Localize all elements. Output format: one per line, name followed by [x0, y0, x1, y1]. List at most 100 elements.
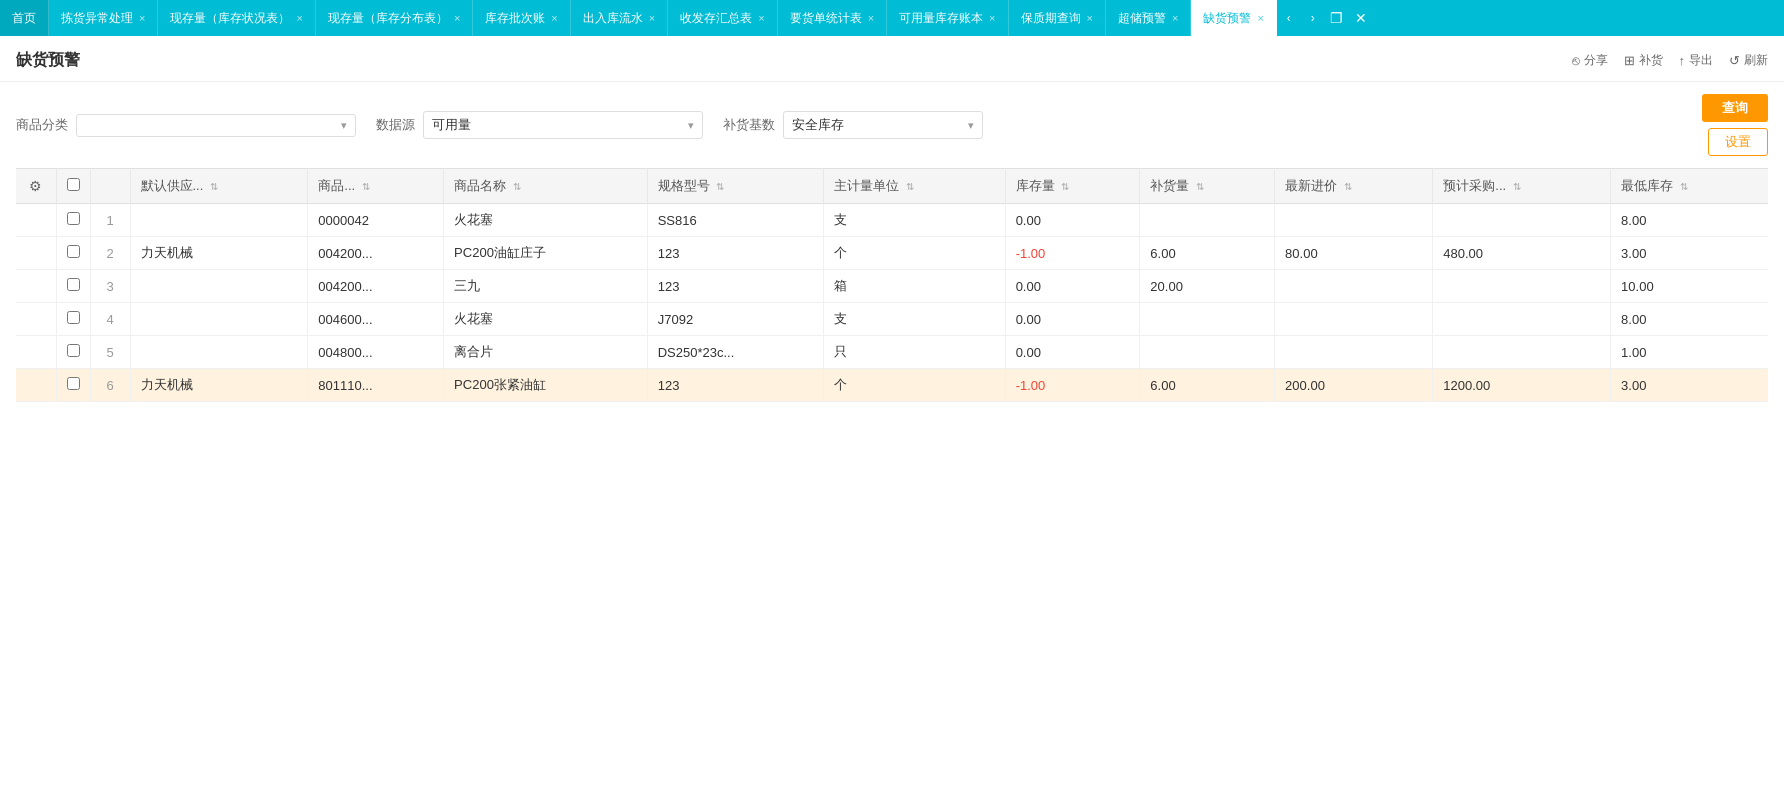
tab-prev-btn[interactable]: ‹: [1277, 0, 1301, 36]
row-stock-4: 0.00: [1005, 336, 1140, 369]
settings-button[interactable]: 设置: [1708, 128, 1768, 156]
latest-price-sort-icon[interactable]: ⇅: [1344, 181, 1352, 192]
tab-close-available-stock[interactable]: ×: [989, 12, 995, 24]
row-settings-3: [16, 303, 56, 336]
column-min-stock: 最低库存 ⇅: [1611, 169, 1768, 204]
row-replenish-qty-5: 6.00: [1140, 369, 1275, 402]
table-settings-gear-icon[interactable]: ⚙: [26, 178, 46, 194]
product-code-sort-icon[interactable]: ⇅: [362, 181, 370, 192]
refresh-button[interactable]: ↺ 刷新: [1729, 52, 1768, 69]
tab-order-stats[interactable]: 要货单统计表 ×: [778, 0, 887, 36]
tab-inout-flow[interactable]: 出入库流水 ×: [571, 0, 668, 36]
unit-sort-icon[interactable]: ⇅: [906, 181, 914, 192]
row-product-name-3: 火花塞: [444, 303, 648, 336]
row-min-stock-3: 8.00: [1611, 303, 1768, 336]
product-name-sort-icon[interactable]: ⇅: [513, 181, 521, 192]
tab-close-expiry[interactable]: ×: [1087, 12, 1093, 24]
row-num-3: 4: [90, 303, 130, 336]
replenish-button[interactable]: ⊞ 补货: [1624, 52, 1663, 69]
row-product-name-5: PC200张紧油缸: [444, 369, 648, 402]
row-checkbox-1[interactable]: [56, 237, 90, 270]
tab-overstock[interactable]: 超储预警 ×: [1106, 0, 1191, 36]
tab-stock-batch[interactable]: 库存批次账 ×: [473, 0, 570, 36]
query-button[interactable]: 查询: [1702, 94, 1768, 122]
row-settings-4: [16, 336, 56, 369]
row-select-checkbox-4[interactable]: [67, 344, 80, 357]
row-estimated-purchase-0: [1433, 204, 1611, 237]
table-wrapper: ⚙ 默认供应... ⇅ 商品... ⇅ 商品名称: [0, 168, 1784, 402]
row-replenish-qty-1: 6.00: [1140, 237, 1275, 270]
tab-stock-status[interactable]: 现存量（库存状况表） ×: [158, 0, 315, 36]
tab-expiry[interactable]: 保质期查询 ×: [1009, 0, 1106, 36]
stock-sort-icon[interactable]: ⇅: [1061, 181, 1069, 192]
row-estimated-purchase-2: [1433, 270, 1611, 303]
min-stock-sort-icon[interactable]: ⇅: [1680, 181, 1688, 192]
tab-summary[interactable]: 收发存汇总表 ×: [668, 0, 777, 36]
export-button[interactable]: ↑ 导出: [1679, 52, 1714, 69]
tab-close-win-btn[interactable]: ✕: [1349, 0, 1373, 36]
column-replenish-qty: 补货量 ⇅: [1140, 169, 1275, 204]
row-checkbox-4[interactable]: [56, 336, 90, 369]
column-spec: 规格型号 ⇅: [647, 169, 823, 204]
row-unit-5: 个: [823, 369, 1005, 402]
tab-close-stock-distribution[interactable]: ×: [454, 12, 460, 24]
row-spec-3: J7092: [647, 303, 823, 336]
tab-close-stock-batch[interactable]: ×: [551, 12, 557, 24]
tab-home[interactable]: 首页: [0, 0, 49, 36]
export-icon: ↑: [1679, 53, 1686, 68]
tab-next-btn[interactable]: ›: [1301, 0, 1325, 36]
row-checkbox-0[interactable]: [56, 204, 90, 237]
row-select-checkbox-0[interactable]: [67, 212, 80, 225]
row-num-4: 5: [90, 336, 130, 369]
tab-close-picking-exception[interactable]: ×: [139, 12, 145, 24]
tab-close-overstock[interactable]: ×: [1172, 12, 1178, 24]
row-num-2: 3: [90, 270, 130, 303]
tab-picking-exception[interactable]: 拣货异常处理 ×: [49, 0, 158, 36]
replenish-qty-sort-icon[interactable]: ⇅: [1196, 181, 1204, 192]
tab-stock-distribution[interactable]: 现存量（库存分布表） ×: [316, 0, 473, 36]
row-num-0: 1: [90, 204, 130, 237]
tab-available-stock[interactable]: 可用量库存账本 ×: [887, 0, 1008, 36]
row-product-name-4: 离合片: [444, 336, 648, 369]
row-min-stock-2: 10.00: [1611, 270, 1768, 303]
tab-close-stock-status[interactable]: ×: [296, 12, 302, 24]
row-select-checkbox-3[interactable]: [67, 311, 80, 324]
category-label: 商品分类: [16, 116, 68, 134]
tab-close-summary[interactable]: ×: [758, 12, 764, 24]
row-select-checkbox-5[interactable]: [67, 377, 80, 390]
row-checkbox-5[interactable]: [56, 369, 90, 402]
row-select-checkbox-2[interactable]: [67, 278, 80, 291]
row-spec-0: SS816: [647, 204, 823, 237]
table-row: 1 0000042 火花塞 SS816 支 0.00 8.00: [16, 204, 1768, 237]
tab-restore-btn[interactable]: ❐: [1325, 0, 1349, 36]
row-supplier-0: [130, 204, 308, 237]
row-spec-4: DS250*23c...: [647, 336, 823, 369]
row-supplier-2: [130, 270, 308, 303]
tab-close-inout-flow[interactable]: ×: [649, 12, 655, 24]
column-checkbox-all[interactable]: [56, 169, 90, 204]
tab-close-order-stats[interactable]: ×: [868, 12, 874, 24]
supplier-sort-icon[interactable]: ⇅: [210, 181, 218, 192]
datasource-select[interactable]: 可用量 ▾: [423, 111, 703, 139]
estimated-purchase-sort-icon[interactable]: ⇅: [1513, 181, 1521, 192]
row-estimated-purchase-5: 1200.00: [1433, 369, 1611, 402]
row-checkbox-2[interactable]: [56, 270, 90, 303]
category-select[interactable]: ▾: [76, 114, 356, 137]
tab-shortage-warning[interactable]: 缺货预警 ×: [1191, 0, 1276, 36]
table-header-row: ⚙ 默认供应... ⇅ 商品... ⇅ 商品名称: [16, 169, 1768, 204]
spec-sort-icon[interactable]: ⇅: [716, 181, 724, 192]
column-settings[interactable]: ⚙: [16, 169, 56, 204]
row-num-5: 6: [90, 369, 130, 402]
row-checkbox-3[interactable]: [56, 303, 90, 336]
row-settings-2: [16, 270, 56, 303]
tab-close-shortage-warning[interactable]: ×: [1257, 12, 1263, 24]
row-select-checkbox-1[interactable]: [67, 245, 80, 258]
select-all-checkbox[interactable]: [67, 178, 80, 191]
replenish-icon: ⊞: [1624, 53, 1635, 68]
row-replenish-qty-0: [1140, 204, 1275, 237]
share-button[interactable]: ⎋ 分享: [1572, 52, 1608, 69]
column-num: [90, 169, 130, 204]
header-actions: ⎋ 分享 ⊞ 补货 ↑ 导出 ↺ 刷新: [1572, 52, 1769, 69]
replenish-base-select[interactable]: 安全库存 ▾: [783, 111, 983, 139]
row-product-code-1: 004200...: [308, 237, 444, 270]
